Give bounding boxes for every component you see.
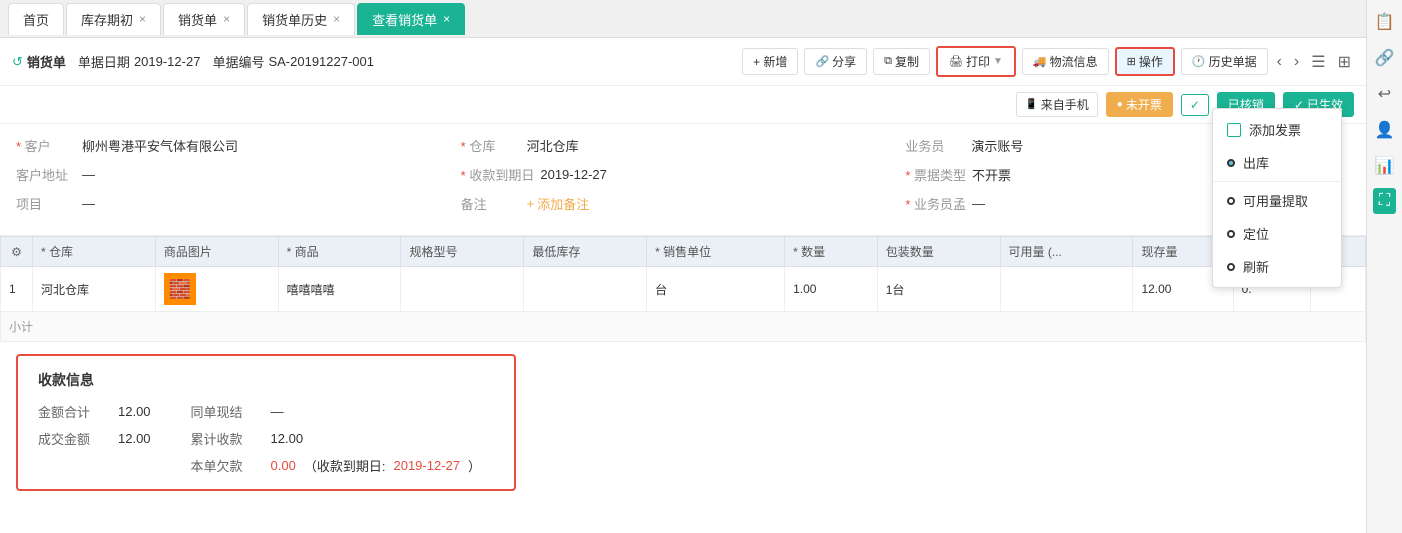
sidebar-clipboard-icon[interactable]: 📋 xyxy=(1371,8,1399,36)
sidebar-undo-icon[interactable]: ↩ xyxy=(1374,80,1395,108)
from-phone-button[interactable]: 📱 来自手机 xyxy=(1016,92,1097,117)
table-header-gear[interactable]: ⚙ xyxy=(1,237,33,267)
row-qty: 1.00 xyxy=(785,267,878,312)
dropdown-locate[interactable]: 定位 xyxy=(1213,217,1341,250)
doc-number-field: 单据编号 SA-20191227-001 xyxy=(212,52,374,71)
dropdown-warehouse-out[interactable]: 出库 xyxy=(1213,146,1341,179)
table-header-spec: 规格型号 xyxy=(401,237,524,267)
payment-same-order-row: 同单现结 — xyxy=(191,402,481,421)
print-button[interactable]: 🖨 打印 ▼ xyxy=(939,49,1013,74)
grid-view-icon[interactable]: ⊞ xyxy=(1335,52,1354,72)
tab-inventory-init[interactable]: 库存期初 × xyxy=(66,3,161,35)
note-field: 备注 + 添加备注 xyxy=(461,194,906,213)
table-row: 1 河北仓库 🧱 嘻嘻嘻嘻 台 1.00 1台 12.00 0. xyxy=(1,267,1366,312)
payment-deal-row: 成交金额 12.00 xyxy=(38,429,151,448)
history-button[interactable]: 🕐 历史单据 xyxy=(1181,48,1268,75)
row-warehouse: 河北仓库 xyxy=(33,267,156,312)
sidebar-chart-icon[interactable]: 📊 xyxy=(1371,152,1399,180)
payment-section: 收款信息 金额合计 12.00 成交金额 12.00 同单现结 — xyxy=(16,354,516,491)
logistics-button[interactable]: 🚚 物流信息 xyxy=(1022,48,1109,75)
doc-info: ↺ 销货单 单据日期 2019-12-27 单据编号 SA-20191227-0… xyxy=(12,52,734,71)
toolbar-actions: + 新增 🔗 分享 ⧉ 复制 🖨 打印 ▼ xyxy=(742,46,1354,77)
row-unit: 台 xyxy=(647,267,785,312)
payment-date-field: 收款到期日 2019-12-27 xyxy=(461,165,906,184)
tab-close-inventory[interactable]: × xyxy=(139,12,146,26)
toolbar: ↺ 销货单 单据日期 2019-12-27 单据编号 SA-20191227-0… xyxy=(0,38,1366,86)
sidebar-link-icon[interactable]: 🔗 xyxy=(1371,44,1399,72)
table-wrap: ⚙ * 仓库 商品图片 * 商品 规格型号 最低库存 * 销售单位 * 数量 包… xyxy=(0,236,1366,342)
confirmed-check-icon[interactable]: ✓ xyxy=(1181,94,1209,116)
row-available xyxy=(1000,267,1133,312)
payment-cumulative-row: 累计收款 12.00 xyxy=(191,429,481,448)
tab-close-history[interactable]: × xyxy=(333,12,340,26)
form-area: 客户 柳州粤港平安气体有限公司 仓库 河北仓库 业务员 演示账号 客户地址 — xyxy=(0,124,1366,236)
table-header-qty: * 数量 xyxy=(785,237,878,267)
new-button[interactable]: + 新增 xyxy=(742,48,798,75)
copy-button[interactable]: ⧉ 复制 xyxy=(873,48,930,75)
payment-col-right: 同单现结 — 累计收款 12.00 本单欠款 0.00 （收款到期日: 2019… xyxy=(191,402,481,475)
subtotal-row: 小计 xyxy=(1,312,1366,342)
locate-icon xyxy=(1227,230,1235,238)
operate-button[interactable]: ⊞ 操作 xyxy=(1115,47,1175,76)
table-header-unit: * 销售单位 xyxy=(647,237,785,267)
row-min-stock xyxy=(524,267,647,312)
table-header-available: 可用量 (... xyxy=(1000,237,1133,267)
available-qty-icon xyxy=(1227,197,1235,205)
row-no: 1 xyxy=(1,267,33,312)
project-field: 项目 — xyxy=(16,194,461,213)
address-field: 客户地址 — xyxy=(16,165,461,184)
payment-col-left: 金额合计 12.00 成交金额 12.00 xyxy=(38,402,151,475)
warehouse-field: 仓库 河北仓库 xyxy=(461,136,906,155)
form-row-3: 项目 — 备注 + 添加备注 业务员孟 — xyxy=(16,194,1350,213)
right-sidebar: 📋 🔗 ↩ 👤 📊 ⛶ xyxy=(1366,0,1402,533)
add-invoice-icon xyxy=(1227,123,1241,137)
table-header-image: 商品图片 xyxy=(155,237,278,267)
dropdown-refresh[interactable]: 刷新 xyxy=(1213,250,1341,283)
list-view-icon[interactable]: ☰ xyxy=(1308,52,1328,72)
unchecked-button[interactable]: ● 未开票 xyxy=(1106,92,1173,117)
dropdown-divider xyxy=(1213,181,1341,182)
tab-sales-history[interactable]: 销货单历史 × xyxy=(247,3,355,35)
print-highlight-box: 🖨 打印 ▼ xyxy=(936,46,1016,77)
row-spec xyxy=(401,267,524,312)
dropdown-menu: 添加发票 出库 可用量提取 定位 刷新 xyxy=(1212,108,1342,288)
doc-date-field: 单据日期 2019-12-27 xyxy=(78,52,201,71)
share-button[interactable]: 🔗 分享 xyxy=(804,48,867,75)
tab-bar: 首页 库存期初 × 销货单 × 销货单历史 × 查看销货单 × × xyxy=(0,0,1402,38)
dropdown-add-invoice[interactable]: 添加发票 xyxy=(1213,113,1341,146)
tab-close-view[interactable]: × xyxy=(443,12,450,26)
form-row-2: 客户地址 — 收款到期日 2019-12-27 票据类型 不开票 xyxy=(16,165,1350,184)
form-row-1: 客户 柳州粤港平安气体有限公司 仓库 河北仓库 业务员 演示账号 xyxy=(16,136,1350,155)
next-arrow[interactable]: › xyxy=(1291,53,1302,71)
tab-sales-order[interactable]: 销货单 × xyxy=(163,3,245,35)
row-pack-qty: 1台 xyxy=(877,267,1000,312)
subtotal-label: 小计 xyxy=(1,312,1366,342)
dropdown-available-qty[interactable]: 可用量提取 xyxy=(1213,184,1341,217)
prev-arrow[interactable]: ‹ xyxy=(1274,53,1285,71)
warehouse-out-icon xyxy=(1227,159,1235,167)
table-header-min-stock: 最低库存 xyxy=(524,237,647,267)
customer-field: 客户 柳州粤港平安气体有限公司 xyxy=(16,136,461,155)
doc-type-icon: ↺ 销货单 xyxy=(12,52,66,71)
toolbar2: 📱 来自手机 ● 未开票 ✓ 已核销 ✓ 已生效 xyxy=(0,86,1366,124)
tab-view-sales[interactable]: 查看销货单 × xyxy=(357,3,465,35)
row-image: 🧱 xyxy=(155,267,278,312)
gear-icon[interactable]: ⚙ xyxy=(11,245,22,259)
tab-home[interactable]: 首页 xyxy=(8,3,64,35)
product-thumbnail: 🧱 xyxy=(164,273,196,305)
payment-owed-row: 本单欠款 0.00 （收款到期日: 2019-12-27 ） xyxy=(191,456,481,475)
payment-title: 收款信息 xyxy=(38,370,494,390)
table-header-warehouse: * 仓库 xyxy=(33,237,156,267)
refresh-icon xyxy=(1227,263,1235,271)
payment-rows: 金额合计 12.00 成交金额 12.00 同单现结 — 累计收款 xyxy=(38,402,494,475)
add-note-button[interactable]: + 添加备注 xyxy=(527,194,590,213)
product-table: ⚙ * 仓库 商品图片 * 商品 规格型号 最低库存 * 销售单位 * 数量 包… xyxy=(0,236,1366,342)
table-header-pack-qty: 包装数量 xyxy=(877,237,1000,267)
row-product: 嘻嘻嘻嘻 xyxy=(278,267,401,312)
sidebar-expand-icon[interactable]: ⛶ xyxy=(1373,188,1396,214)
tab-close-sales[interactable]: × xyxy=(223,12,230,26)
table-header-product: * 商品 xyxy=(278,237,401,267)
sidebar-user-icon[interactable]: 👤 xyxy=(1371,116,1399,144)
payment-amount-row: 金额合计 12.00 xyxy=(38,402,151,421)
